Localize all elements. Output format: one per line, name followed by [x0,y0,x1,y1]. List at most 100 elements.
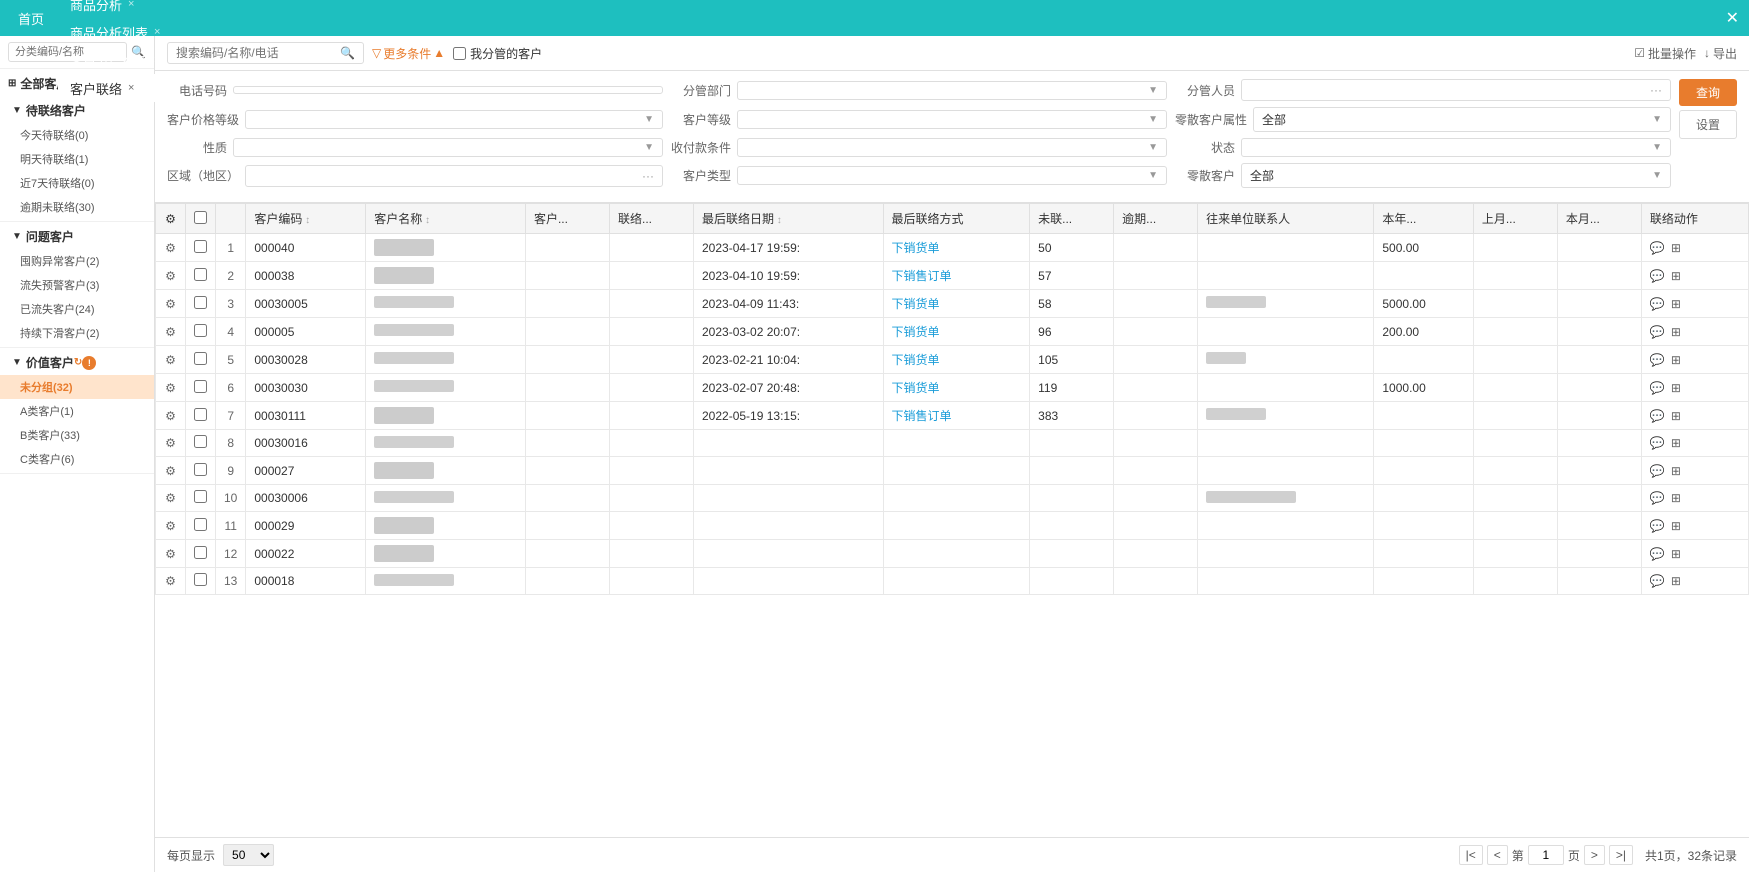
row-settings-7[interactable]: ⚙ [156,430,186,457]
grid-icon-11[interactable]: ⊞ [1671,547,1681,561]
chat-icon-6[interactable]: 💬 [1650,409,1665,423]
row-settings-1[interactable]: ⚙ [156,262,186,290]
row-checkbox-10[interactable] [194,518,207,531]
chat-icon-11[interactable]: 💬 [1650,547,1665,561]
contact-way-link-4[interactable]: 下销货单 [892,353,940,367]
tab-客户分层经营[interactable]: 客户分层经营× [58,46,172,74]
query-button[interactable]: 查询 [1679,79,1737,106]
sidebar-item-1-0[interactable]: 囤购异常客户(2) [0,249,154,273]
row-checkbox-3[interactable] [194,324,207,337]
sidebar-item-0-3[interactable]: 逾期未联络(30) [0,195,154,219]
row-settings-6[interactable]: ⚙ [156,402,186,430]
row-checkbox-9[interactable] [194,490,207,503]
row-checkbox-6[interactable] [194,408,207,421]
contact-way-link-3[interactable]: 下销货单 [892,325,940,339]
tab-商品分析列表[interactable]: 商品分析列表× [58,18,172,46]
chat-icon-7[interactable]: 💬 [1650,436,1665,450]
row-checkbox-5[interactable] [194,380,207,393]
row-settings-9[interactable]: ⚙ [156,485,186,512]
contact-way-link-6[interactable]: 下销售订单 [892,409,952,423]
grid-icon-6[interactable]: ⊞ [1671,409,1681,423]
last-page-btn[interactable]: >| [1609,845,1633,865]
sidebar-item-1-3[interactable]: 持续下滑客户(2) [0,321,154,345]
chat-icon-0[interactable]: 💬 [1650,241,1665,255]
sidebar-group-label-2[interactable]: ▼价值客户 ↻ ! [0,350,154,375]
tab-home[interactable]: 首页 [8,4,54,32]
chat-icon-12[interactable]: 💬 [1650,574,1665,588]
chat-icon-8[interactable]: 💬 [1650,464,1665,478]
last-contact-date-col-header[interactable]: 最后联络日期 [694,204,884,234]
export-btn[interactable]: ↓ 导出 [1704,45,1737,62]
row-settings-0[interactable]: ⚙ [156,234,186,262]
chat-icon-1[interactable]: 💬 [1650,269,1665,283]
sidebar-item-2-1[interactable]: A类客户(1) [0,399,154,423]
customer-level-select[interactable]: ▼ [737,110,1167,129]
chat-icon-10[interactable]: 💬 [1650,519,1665,533]
sidebar-item-2-3[interactable]: C类客户(6) [0,447,154,471]
search-input[interactable] [176,46,336,60]
settings-col-header[interactable]: ⚙ [156,204,186,234]
customer-type-select[interactable]: ▼ [737,166,1167,185]
grid-icon-0[interactable]: ⊞ [1671,241,1681,255]
row-settings-2[interactable]: ⚙ [156,290,186,318]
dept-select[interactable]: ▼ [737,81,1167,100]
tab-close-icon[interactable]: × [154,26,160,38]
row-checkbox-2[interactable] [194,296,207,309]
status-select[interactable]: ▼ [1241,138,1671,157]
name-col-header[interactable]: 客户名称 [366,204,526,234]
code-col-header[interactable]: 客户编码 [246,204,366,234]
contact-way-link-0[interactable]: 下销货单 [892,241,940,255]
row-settings-12[interactable]: ⚙ [156,568,186,595]
tab-close-icon[interactable]: × [128,82,134,94]
row-settings-5[interactable]: ⚙ [156,374,186,402]
contact-way-link-5[interactable]: 下销货单 [892,381,940,395]
grid-icon-2[interactable]: ⊞ [1671,297,1681,311]
tab-close-icon[interactable]: × [154,54,160,66]
contact-way-link-2[interactable]: 下销货单 [892,297,940,311]
tab-close-icon[interactable]: × [128,0,134,10]
row-settings-4[interactable]: ⚙ [156,346,186,374]
row-checkbox-7[interactable] [194,435,207,448]
payment-select[interactable]: ▼ [737,138,1167,157]
grid-icon-3[interactable]: ⊞ [1671,325,1681,339]
tab-客户联络[interactable]: 客户联络× [58,74,172,102]
sidebar-item-1-1[interactable]: 流失预警客户(3) [0,273,154,297]
chat-icon-5[interactable]: 💬 [1650,381,1665,395]
price-level-select[interactable]: ▼ [245,110,663,129]
grid-icon-5[interactable]: ⊞ [1671,381,1681,395]
row-checkbox-8[interactable] [194,463,207,476]
grid-icon-8[interactable]: ⊞ [1671,464,1681,478]
row-checkbox-0[interactable] [194,240,207,253]
close-all-icon[interactable]: ✕ [1726,8,1739,28]
row-settings-11[interactable]: ⚙ [156,540,186,568]
prev-page-btn[interactable]: < [1487,845,1508,865]
sidebar-group-label-1[interactable]: ▼问题客户 [0,224,154,249]
sidebar-item-0-2[interactable]: 近7天待联络(0) [0,171,154,195]
more-conditions-btn[interactable]: ▽ 更多条件 ▲ [372,45,445,62]
row-settings-10[interactable]: ⚙ [156,512,186,540]
sidebar-item-0-0[interactable]: 今天待联络(0) [0,123,154,147]
sidebar-item-0-1[interactable]: 明天待联络(1) [0,147,154,171]
grid-icon-4[interactable]: ⊞ [1671,353,1681,367]
retail-attr-select[interactable]: 全部▼ [1253,107,1671,132]
batch-op-btn[interactable]: ☑ 批量操作 [1634,45,1696,62]
chat-icon-2[interactable]: 💬 [1650,297,1665,311]
select-all-checkbox[interactable] [194,211,207,224]
sidebar-item-1-2[interactable]: 已流失客户(24) [0,297,154,321]
contact-way-link-1[interactable]: 下销售订单 [892,269,952,283]
chat-icon-9[interactable]: 💬 [1650,491,1665,505]
refresh-icon[interactable]: ↻ [74,357,82,368]
page-input[interactable] [1528,845,1564,865]
tab-商品分析[interactable]: 商品分析× [58,0,172,18]
retail-customer-select[interactable]: 全部▼ [1241,163,1671,188]
grid-icon-7[interactable]: ⊞ [1671,436,1681,450]
sidebar-item-2-0[interactable]: 未分组(32) [0,375,154,399]
sidebar-item-2-2[interactable]: B类客户(33) [0,423,154,447]
grid-icon-1[interactable]: ⊞ [1671,269,1681,283]
next-page-btn[interactable]: > [1584,845,1605,865]
nature-select[interactable]: ▼ [233,138,663,157]
first-page-btn[interactable]: |< [1459,845,1483,865]
search-icon[interactable]: 🔍 [340,46,355,60]
row-checkbox-11[interactable] [194,546,207,559]
manager-input[interactable]: ··· [1241,79,1671,101]
